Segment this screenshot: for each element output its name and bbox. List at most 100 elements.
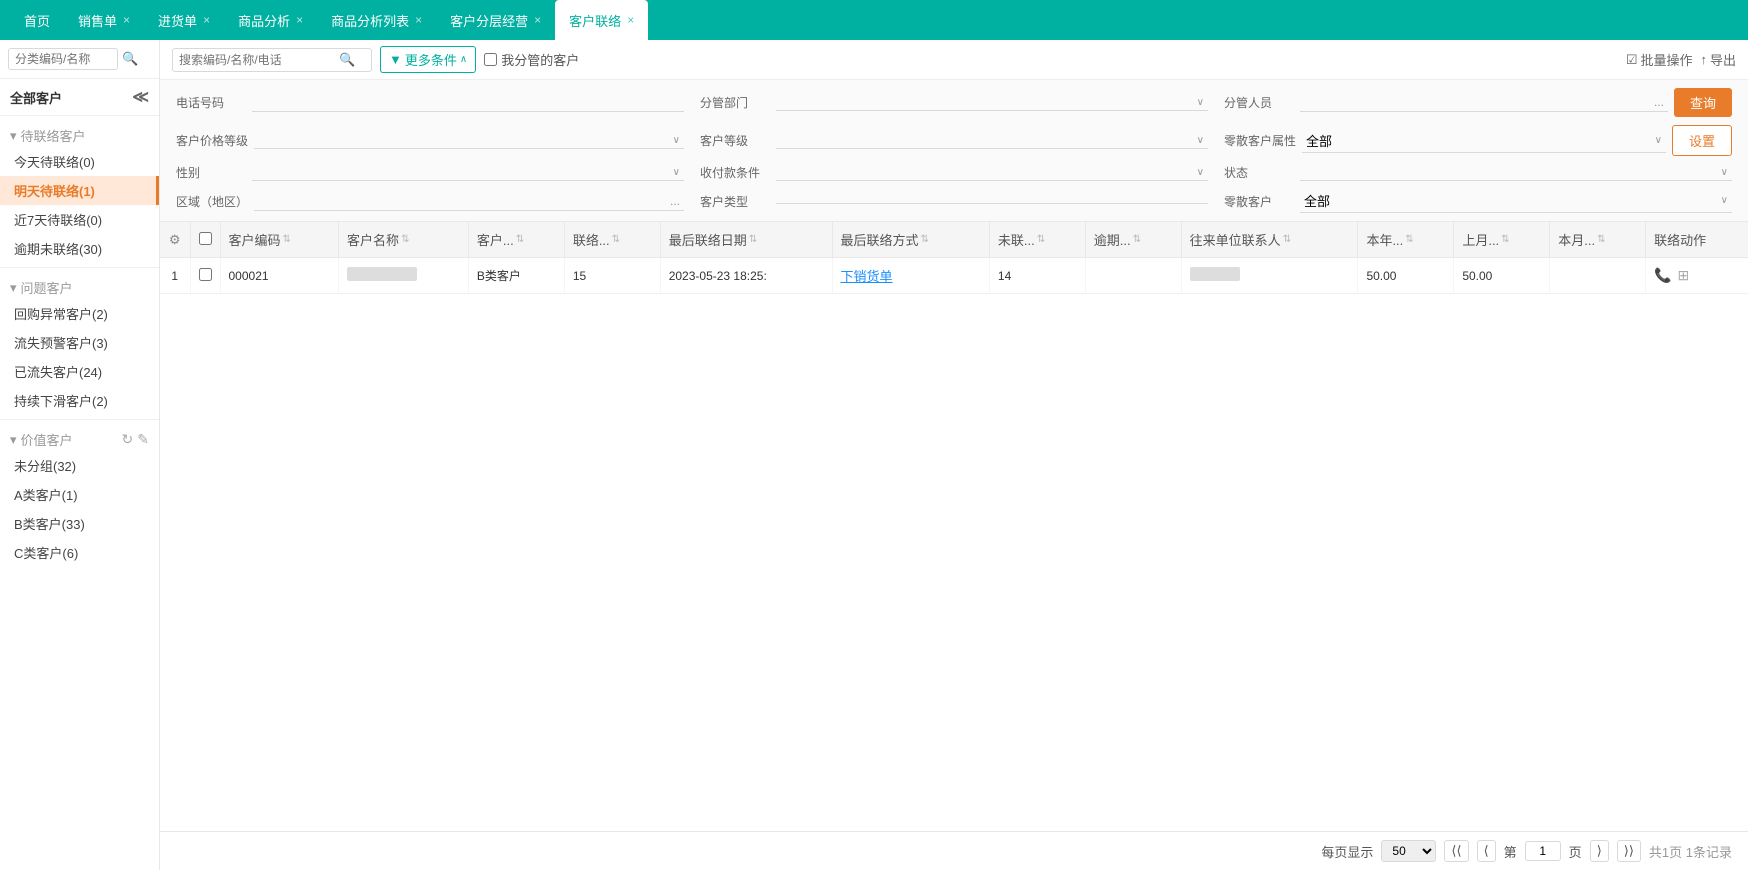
collapse-icon[interactable]: ≪ [132,87,149,107]
row-name [339,258,469,294]
region-select[interactable]: ... [254,192,684,211]
sidebar-item-7days-pending[interactable]: 近7天待联络(0) [0,205,159,234]
sidebar-item-class-c[interactable]: C类客户(6) [0,538,159,567]
row-last-method[interactable]: 下销货单 [832,258,989,294]
prev-page-btn[interactable]: ⟨ [1477,840,1496,862]
sort-last-month[interactable]: 上月... ⇅ [1462,230,1541,249]
sidebar-item-ungrouped[interactable]: 未分组(32) [0,451,159,480]
settings-btn[interactable]: 设置 [1672,125,1732,156]
gender-select[interactable]: ∨ [252,165,684,181]
my-customers-check[interactable] [484,53,497,66]
manager-select[interactable]: ... [1300,93,1668,112]
col-settings[interactable]: ⚙ [160,222,190,258]
close-sales-icon[interactable]: × [123,13,130,27]
sort-pending[interactable]: 未联... ⇅ [998,230,1077,249]
batch-operate-btn[interactable]: ☑ 批量操作 [1626,50,1693,69]
more-conditions-btn[interactable]: ▼ 更多条件 ∧ [380,46,476,73]
refresh-value-icon[interactable]: ↻ [122,431,134,448]
sidebar-item-tomorrow-pending[interactable]: 明天待联络(1) [0,176,159,205]
close-purchase-icon[interactable]: × [203,13,210,27]
close-segment-icon[interactable]: × [534,13,541,27]
filter-retail-attr-row: 零散客户属性 全部 ∨ 设置 [1224,125,1732,156]
sort-overdue[interactable]: 逾期... ⇅ [1094,230,1173,249]
select-all-checkbox[interactable] [199,232,212,245]
top-nav: 首页 销售单 × 进货单 × 商品分析 × 商品分析列表 × 客户分层经营 × … [0,0,1748,40]
col-last-method: 最后联络方式 ⇅ [832,222,989,258]
region-dots-icon[interactable]: ... [670,194,680,208]
value-group-label: ▾价值客户 ↻ ✎ [0,424,159,451]
next-page-btn[interactable]: ⟩ [1590,840,1609,862]
filter-retail-customer-row: 零散客户 全部 ∨ [1224,189,1732,213]
nav-sales-order[interactable]: 销售单 × [64,0,144,40]
payment-select[interactable]: ∨ [776,165,1208,181]
row-checkbox-cell [190,258,220,294]
first-page-btn[interactable]: ⟨⟨ [1444,840,1468,862]
sort-last-method[interactable]: 最后联络方式 ⇅ [841,230,981,249]
sidebar-item-churned[interactable]: 已流失客户(24) [0,357,159,386]
close-contact-icon[interactable]: × [627,13,634,27]
sidebar-item-class-b[interactable]: B类客户(33) [0,509,159,538]
nav-customer-segment[interactable]: 客户分层经营 × [436,0,555,40]
checkbox-icon: ☑ [1626,52,1638,68]
sort-unit-contact[interactable]: 往来单位联系人 ⇅ [1190,230,1350,249]
nav-home[interactable]: 首页 [10,0,64,40]
sort-this-month[interactable]: 本月... ⇅ [1558,230,1637,249]
filter-payment-row: 收付款条件 ∨ [700,164,1208,181]
sidebar-search-input[interactable] [8,48,118,70]
status-select[interactable]: ∨ [1300,165,1732,181]
search-input[interactable] [179,53,339,67]
nav-customer-contact[interactable]: 客户联络 × [555,0,648,40]
gender-arrow-icon: ∨ [673,167,680,178]
sidebar-item-declining[interactable]: 持续下滑客户(2) [0,386,159,415]
sidebar-item-class-a[interactable]: A类客户(1) [0,480,159,509]
col-checkbox [190,222,220,258]
close-product-analysis-icon[interactable]: × [296,13,303,27]
nav-purchase-order[interactable]: 进货单 × [144,0,224,40]
customer-level-select[interactable]: ∨ [776,133,1208,149]
retail-customer-select[interactable]: 全部 ∨ [1300,189,1732,213]
price-level-select[interactable]: ∨ [254,133,684,149]
phone-input[interactable] [252,93,684,112]
search-icon[interactable]: 🔍 [339,52,355,68]
filter-dept-row: 分管部门 ∨ [700,88,1208,117]
sidebar-search-icon[interactable]: 🔍 [122,51,138,67]
gear-icon[interactable]: ⚙ [169,232,181,247]
filter-customer-level-row: 客户等级 ∨ [700,125,1208,156]
sidebar-item-churn-warning[interactable]: 流失预警客户(3) [0,328,159,357]
col-code: 客户编码 ⇅ [220,222,339,258]
nav-product-analysis[interactable]: 商品分析 × [224,0,317,40]
table-row: 1 000021 B类客户 15 2023-05-23 18:25: 下销货单 [160,258,1748,294]
nav-product-analysis-list[interactable]: 商品分析列表 × [317,0,436,40]
row-checkbox[interactable] [199,268,212,281]
query-btn[interactable]: 查询 [1674,88,1732,117]
row-last-date: 2023-05-23 18:25: [660,258,832,294]
row-code: 000021 [220,258,339,294]
col-overdue: 逾期... ⇅ [1085,222,1181,258]
table-header-row: ⚙ 客户编码 ⇅ 客户名称 [160,222,1748,258]
sort-type[interactable]: 客户... ⇅ [477,230,556,249]
sidebar-item-today-pending[interactable]: 今天待联络(0) [0,147,159,176]
per-page-select[interactable]: 50 100 200 [1381,840,1436,862]
manager-dots-icon[interactable]: ... [1654,95,1664,109]
sort-this-year[interactable]: 本年... ⇅ [1366,230,1445,249]
last-page-btn[interactable]: ⟩⟩ [1617,840,1641,862]
edit-value-icon[interactable]: ✎ [137,431,149,448]
sidebar-item-overdue-contact[interactable]: 逾期未联络(30) [0,234,159,263]
grid-action-icon[interactable]: ⊞ [1678,267,1690,284]
col-this-year: 本年... ⇅ [1358,222,1454,258]
sort-contacts[interactable]: 联络... ⇅ [573,230,652,249]
current-page-input[interactable] [1525,841,1561,861]
customer-type-select[interactable] [776,199,1208,204]
sort-last-date[interactable]: 最后联络日期 ⇅ [669,230,824,249]
sort-name[interactable]: 客户名称 ⇅ [347,230,460,249]
close-product-list-icon[interactable]: × [415,13,422,27]
phone-action-icon[interactable]: 📞 [1654,267,1671,284]
dept-select[interactable]: ∨ [776,95,1208,111]
sort-code[interactable]: 客户编码 ⇅ [229,230,331,249]
retail-attr-select[interactable]: 全部 ∨ [1302,129,1666,153]
pending-group-label: ▾待联络客户 [0,120,159,147]
my-customers-checkbox[interactable]: 我分管的客户 [484,50,579,69]
dept-arrow-icon: ∨ [1197,97,1204,108]
sidebar-item-repurchase-abnormal[interactable]: 回购异常客户(2) [0,299,159,328]
export-btn[interactable]: ↑ 导出 [1700,50,1736,69]
